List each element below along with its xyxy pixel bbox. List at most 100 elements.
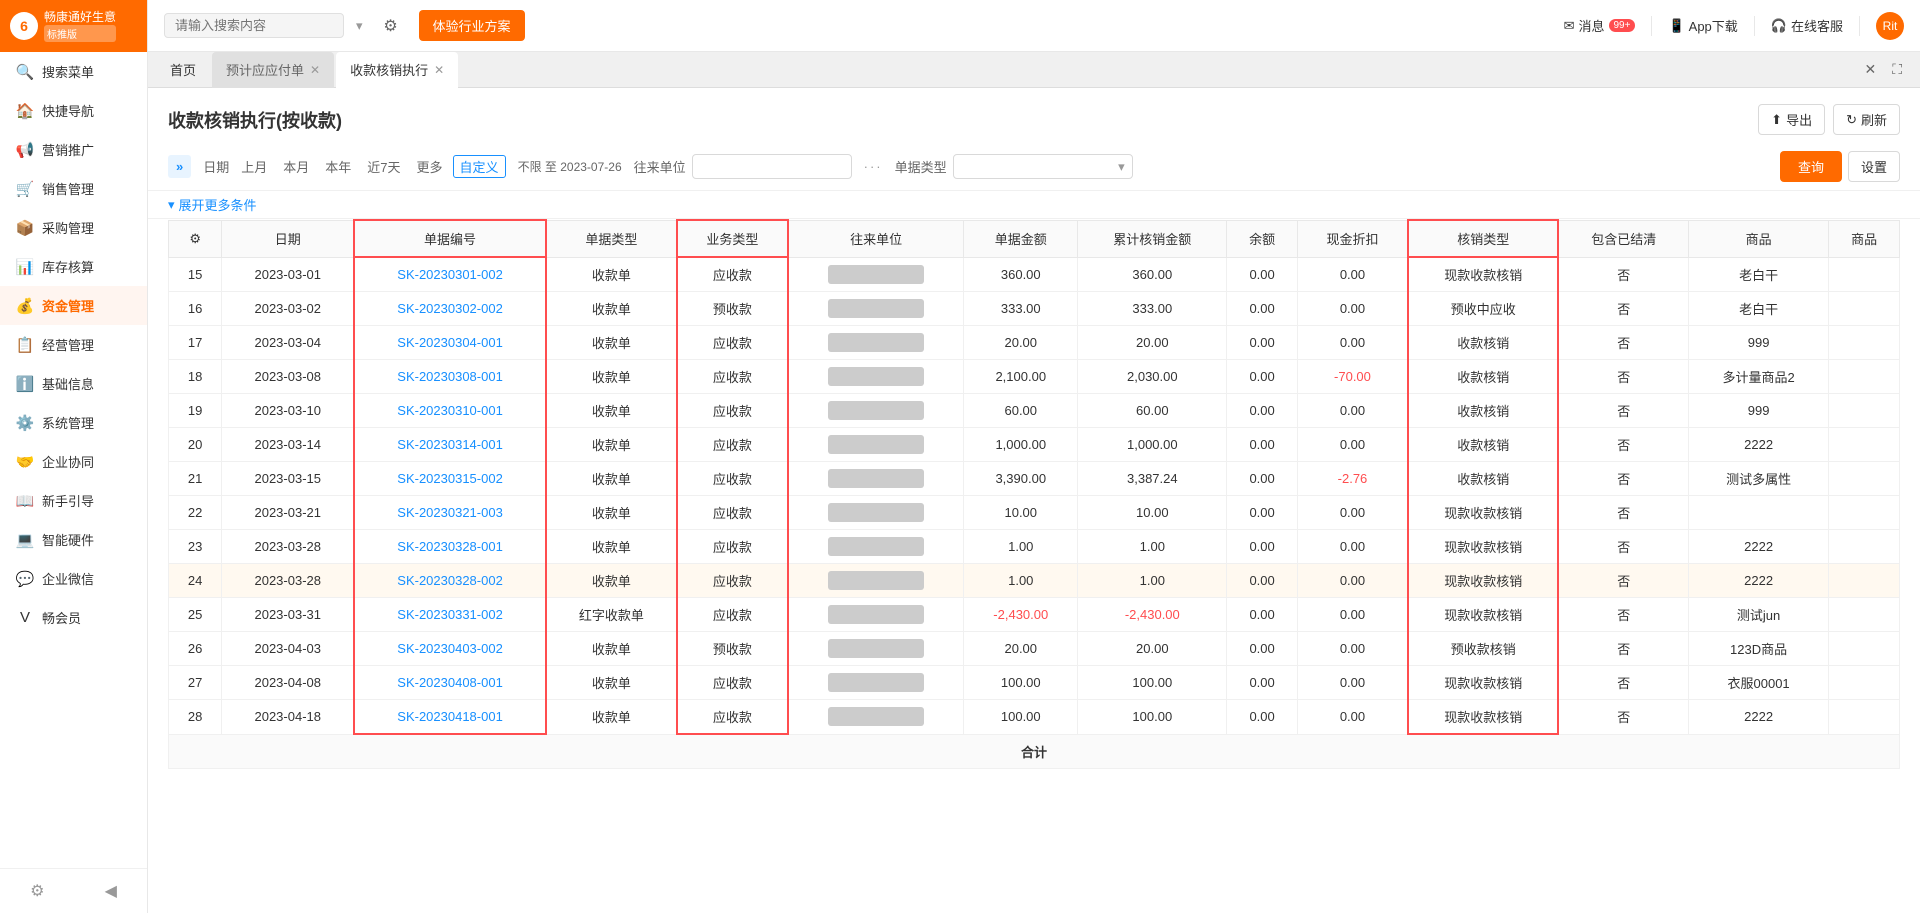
sidebar-item-marketing[interactable]: 📢 营销推广 [0,130,147,169]
date-last-month-button[interactable]: 上月 [235,155,273,178]
col-date[interactable]: 日期 [222,220,354,257]
sidebar-item-purchase[interactable]: 📦 采购管理 [0,208,147,247]
row-doc-no[interactable]: SK-20230321-003 [354,496,546,530]
sidebar-item-label: 系统管理 [42,413,94,432]
col-writeoff-amount[interactable]: 累计核销金额 [1078,220,1227,257]
sidebar-item-hardware[interactable]: 💻 智能硬件 [0,520,147,559]
column-settings-button[interactable]: 设置 [1848,151,1900,182]
sidebar-item-inventory[interactable]: 📊 库存核算 [0,247,147,286]
tab-maximize-button[interactable]: ⛶ [1886,59,1908,80]
partner-input[interactable] [692,154,852,179]
online-service-button[interactable]: 🎧 在线客服 [1771,16,1843,35]
row-doc-no[interactable]: SK-20230328-002 [354,564,546,598]
doctype-select[interactable] [953,154,1133,179]
col-product[interactable]: 商品 [1689,220,1829,257]
col-partner[interactable]: 往来单位 [788,220,964,257]
row-doc-no[interactable]: SK-20230408-001 [354,666,546,700]
doc-no-link[interactable]: SK-20230321-003 [397,505,503,520]
doc-no-link[interactable]: SK-20230315-002 [397,471,503,486]
sidebar-item-sales[interactable]: 🛒 销售管理 [0,169,147,208]
tab-close-writeoff[interactable]: ✕ [434,63,444,77]
col-include-settled[interactable]: 包含已结清 [1558,220,1688,257]
col-doc-type[interactable]: 单据类型 [546,220,677,257]
sidebar-item-basic[interactable]: ℹ️ 基础信息 [0,364,147,403]
row-doc-no[interactable]: SK-20230302-002 [354,292,546,326]
doc-no-link[interactable]: SK-20230408-001 [397,675,503,690]
sidebar-item-finance[interactable]: 💰 资金管理 [0,286,147,325]
row-biz-type: 应收款 [677,564,788,598]
doc-no-link[interactable]: SK-20230308-001 [397,369,503,384]
doc-no-link[interactable]: SK-20230301-002 [397,267,503,282]
tab-close-receivable[interactable]: ✕ [310,63,320,77]
doc-no-link[interactable]: SK-20230302-002 [397,301,503,316]
doc-no-link[interactable]: SK-20230328-002 [397,573,503,588]
doc-no-link[interactable]: SK-20230304-001 [397,335,503,350]
row-writeoff-amount: 360.00 [1078,257,1227,292]
sidebar-item-quicknav[interactable]: 🏠 快捷导航 [0,91,147,130]
query-button[interactable]: 查询 [1780,151,1842,182]
export-button[interactable]: ⬆ 导出 [1758,104,1825,135]
mobile-icon: 📱 [1668,18,1684,34]
sidebar-item-label: 采购管理 [42,218,94,237]
row-doc-no[interactable]: SK-20230403-002 [354,632,546,666]
app-download-button[interactable]: 📱 App下载 [1668,16,1737,35]
date-7days-button[interactable]: 近7天 [361,155,406,178]
row-doc-no[interactable]: SK-20230301-002 [354,257,546,292]
col-amount[interactable]: 单据金额 [964,220,1078,257]
collapse-icon[interactable]: ◀ [101,877,121,905]
col-writeoff-type[interactable]: 核销类型 [1408,220,1558,257]
user-avatar[interactable]: Rit [1876,12,1904,40]
gear-icon[interactable]: ⚙ [375,10,407,42]
row-doc-no[interactable]: SK-20230328-001 [354,530,546,564]
message-button[interactable]: ✉ 消息 99+ [1564,16,1636,35]
sidebar-item-member[interactable]: V 畅会员 [0,598,147,637]
row-writeoff-type: 收款核销 [1408,394,1558,428]
date-this-month-button[interactable]: 本月 [277,155,315,178]
row-doc-no[interactable]: SK-20230308-001 [354,360,546,394]
tab-close-all-button[interactable]: ✕ [1858,59,1882,80]
doc-no-link[interactable]: SK-20230331-002 [397,607,503,622]
row-balance: 0.00 [1227,530,1298,564]
row-doc-no[interactable]: SK-20230310-001 [354,394,546,428]
row-doc-no[interactable]: SK-20230418-001 [354,700,546,735]
col-doc-no[interactable]: 单据编号 [354,220,546,257]
col-product2[interactable]: 商品 [1829,220,1900,257]
doc-no-link[interactable]: SK-20230314-001 [397,437,503,452]
expand-more-conditions[interactable]: ▾ 展开更多条件 [148,191,1920,219]
tab-receivable[interactable]: 预计应应付单 ✕ [212,52,334,88]
row-doc-no[interactable]: SK-20230314-001 [354,428,546,462]
row-product2 [1829,700,1900,735]
date-custom-button[interactable]: 自定义 [453,155,506,178]
col-biz-type[interactable]: 业务类型 [677,220,788,257]
row-doc-type: 收款单 [546,496,677,530]
tab-home[interactable]: 首页 [156,52,210,88]
doc-no-link[interactable]: SK-20230403-002 [397,641,503,656]
tab-writeoff[interactable]: 收款核销执行 ✕ [336,52,458,88]
doc-no-link[interactable]: SK-20230418-001 [397,709,503,724]
row-doc-type: 收款单 [546,394,677,428]
row-discount: 0.00 [1297,326,1408,360]
row-doc-no[interactable]: SK-20230315-002 [354,462,546,496]
wechat-icon: 💬 [16,570,34,588]
row-doc-no[interactable]: SK-20230331-002 [354,598,546,632]
doc-no-link[interactable]: SK-20230310-001 [397,403,503,418]
filter-toggle-button[interactable]: » [168,155,191,178]
row-doc-no[interactable]: SK-20230304-001 [354,326,546,360]
doc-no-link[interactable]: SK-20230328-001 [397,539,503,554]
search-input[interactable] [164,13,344,38]
settings-bottom-icon[interactable]: ⚙ [26,877,48,905]
sidebar-item-system[interactable]: ⚙️ 系统管理 [0,403,147,442]
col-discount[interactable]: 现金折扣 [1297,220,1408,257]
sidebar-item-collab[interactable]: 🤝 企业协同 [0,442,147,481]
sidebar-item-wechat[interactable]: 💬 企业微信 [0,559,147,598]
sidebar-item-operations[interactable]: 📋 经营管理 [0,325,147,364]
row-discount: 0.00 [1297,292,1408,326]
refresh-button[interactable]: ↻ 刷新 [1833,104,1900,135]
sidebar-item-search[interactable]: 🔍 搜索菜单 [0,52,147,91]
industry-solution-button[interactable]: 体验行业方案 [419,10,525,41]
sidebar-item-guide[interactable]: 📖 新手引导 [0,481,147,520]
date-this-year-button[interactable]: 本年 [319,155,357,178]
col-gear[interactable]: ⚙ [169,220,222,257]
date-more-button[interactable]: 更多 [411,155,449,178]
col-balance[interactable]: 余额 [1227,220,1298,257]
